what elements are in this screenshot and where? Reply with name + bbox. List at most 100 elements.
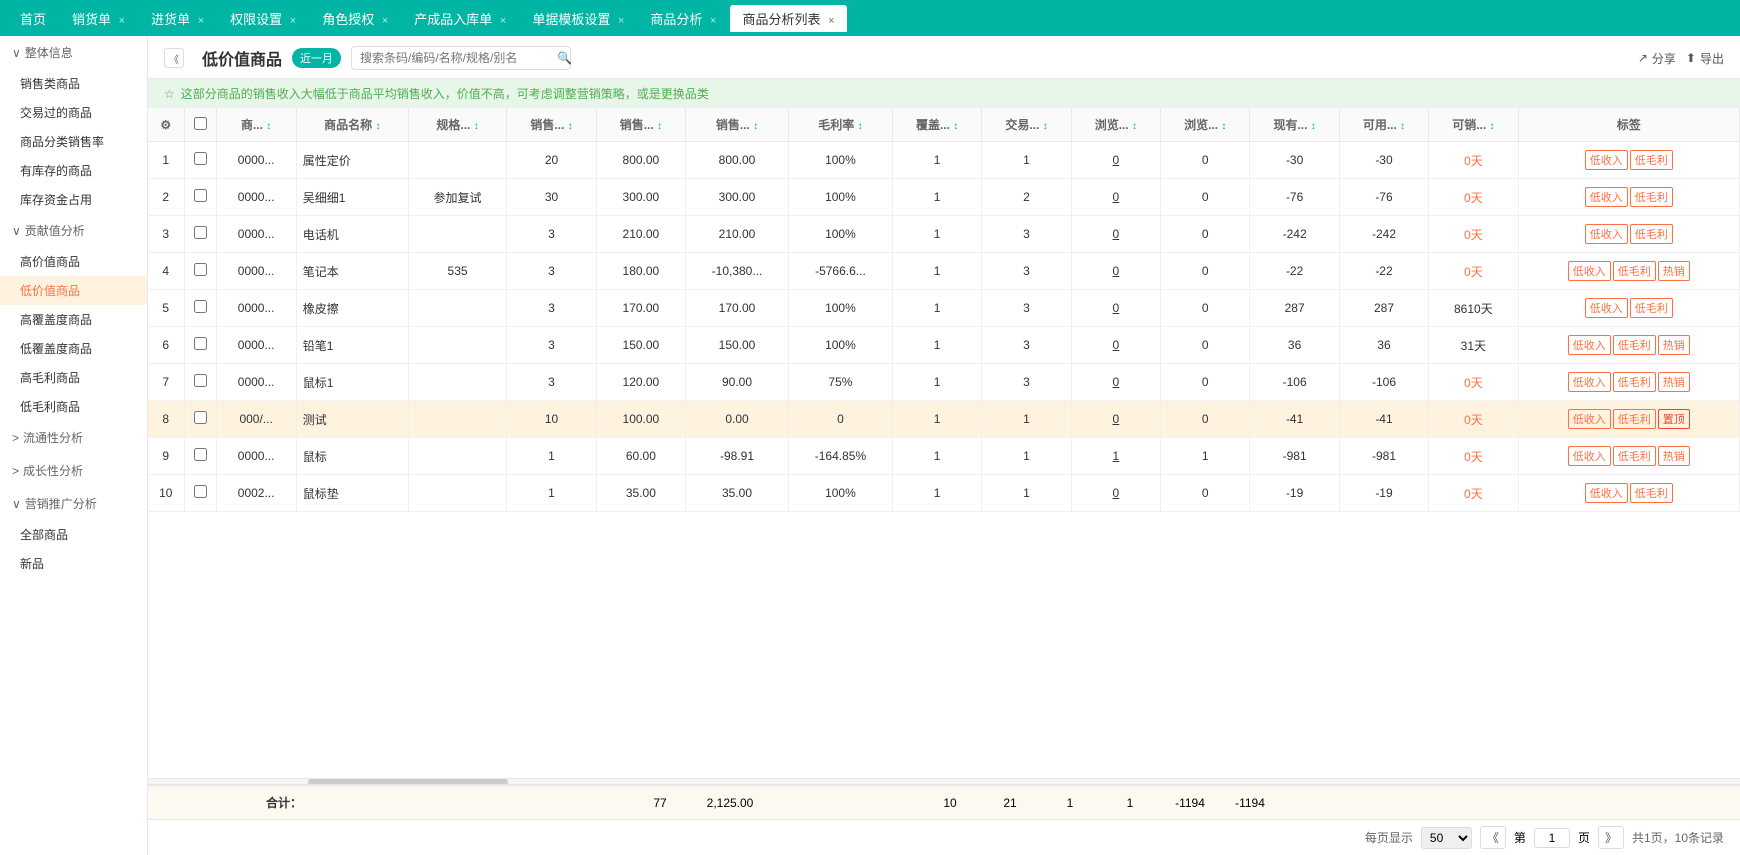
sidebar-item-new-goods[interactable]: 新品 — [0, 549, 147, 578]
row-view1[interactable]: 0 — [1071, 327, 1160, 364]
row-checkbox[interactable] — [184, 216, 216, 253]
view-link[interactable]: 0 — [1113, 153, 1120, 167]
col-name[interactable]: 商品名称 ↕ — [296, 108, 408, 142]
per-page-select[interactable]: 50 100 — [1421, 827, 1472, 849]
sidebar-item-sales-goods[interactable]: 销售类商品 — [0, 69, 147, 98]
view-link[interactable]: 0 — [1113, 264, 1120, 278]
col-stock1[interactable]: 现有... ↕ — [1250, 108, 1339, 142]
row-select-checkbox[interactable] — [194, 374, 207, 387]
row-checkbox[interactable] — [184, 364, 216, 401]
sidebar-item-stock-capital[interactable]: 库存资金占用 — [0, 185, 147, 214]
view-link[interactable]: 0 — [1113, 412, 1120, 426]
row-select-checkbox[interactable] — [194, 411, 207, 424]
view-link[interactable]: 0 — [1113, 486, 1120, 500]
row-view1[interactable]: 0 — [1071, 475, 1160, 512]
nav-permissions[interactable]: 权限设置 × — [218, 5, 308, 32]
view-link[interactable]: 0 — [1113, 190, 1120, 204]
col-view1[interactable]: 浏览... ↕ — [1071, 108, 1160, 142]
nav-analysis[interactable]: 商品分析 × — [638, 5, 728, 32]
view-link[interactable]: 0 — [1113, 375, 1120, 389]
row-checkbox[interactable] — [184, 475, 216, 512]
row-checkbox[interactable] — [184, 179, 216, 216]
row-select-checkbox[interactable] — [194, 337, 207, 350]
sidebar-item-low-cover[interactable]: 低覆盖度商品 — [0, 334, 147, 363]
sidebar-group-circulation[interactable]: > 流通性分析 — [0, 421, 147, 454]
row-select-checkbox[interactable] — [194, 226, 207, 239]
sidebar-group-contribution[interactable]: ∨ 贡献值分析 — [0, 214, 147, 247]
row-view1[interactable]: 0 — [1071, 290, 1160, 327]
col-spec[interactable]: 规格... ↕ — [408, 108, 507, 142]
view-link[interactable]: 0 — [1113, 227, 1120, 241]
gear-icon[interactable]: ⚙ — [160, 118, 171, 132]
nav-purchase[interactable]: 进货单 × — [139, 5, 216, 32]
row-select-checkbox[interactable] — [194, 152, 207, 165]
col-gear[interactable]: ⚙ — [148, 108, 184, 142]
collapse-button[interactable]: 《 — [164, 48, 184, 68]
search-icon[interactable]: 🔍 — [557, 51, 572, 65]
row-select-checkbox[interactable] — [194, 300, 207, 313]
view-link[interactable]: 1 — [1113, 449, 1120, 463]
col-sales2[interactable]: 销售... ↕ — [596, 108, 685, 142]
row-select-checkbox[interactable] — [194, 485, 207, 498]
row-stock1: -41 — [1250, 401, 1339, 438]
row-select-checkbox[interactable] — [194, 448, 207, 461]
row-spec — [408, 327, 507, 364]
view-link[interactable]: 0 — [1113, 338, 1120, 352]
select-all-checkbox[interactable] — [194, 117, 207, 130]
row-trade: 2 — [982, 179, 1071, 216]
row-checkbox[interactable] — [184, 142, 216, 179]
last-page-button[interactable]: 》 — [1598, 826, 1624, 849]
row-checkbox[interactable] — [184, 290, 216, 327]
col-trade[interactable]: 交易... ↕ — [982, 108, 1071, 142]
row-view1[interactable]: 0 — [1071, 216, 1160, 253]
first-page-button[interactable]: 《 — [1480, 826, 1506, 849]
row-view1[interactable]: 0 — [1071, 142, 1160, 179]
sidebar-item-category-rate[interactable]: 商品分类销售率 — [0, 127, 147, 156]
col-stock2[interactable]: 可用... ↕ — [1339, 108, 1428, 142]
col-sales3[interactable]: 销售... ↕ — [686, 108, 789, 142]
search-input[interactable] — [351, 46, 571, 70]
sidebar-group-overall[interactable]: ∨ 整体信息 — [0, 36, 147, 69]
sidebar-item-high-cover[interactable]: 高覆盖度商品 — [0, 305, 147, 334]
view-link[interactable]: 0 — [1113, 301, 1120, 315]
row-stock1: -242 — [1250, 216, 1339, 253]
col-view2[interactable]: 浏览... ↕ — [1161, 108, 1250, 142]
row-spec — [408, 142, 507, 179]
row-select-checkbox[interactable] — [194, 263, 207, 276]
nav-home[interactable]: 首页 — [8, 5, 58, 32]
share-button[interactable]: ↗ 分享 — [1638, 50, 1676, 67]
row-checkbox[interactable] — [184, 438, 216, 475]
sidebar-item-high-margin[interactable]: 高毛利商品 — [0, 363, 147, 392]
sidebar-item-low-value[interactable]: 低价值商品 — [0, 276, 147, 305]
page-number-input[interactable] — [1534, 828, 1570, 848]
row-view1[interactable]: 0 — [1071, 253, 1160, 290]
sidebar-item-all-goods[interactable]: 全部商品 — [0, 520, 147, 549]
col-stock3[interactable]: 可销... ↕ — [1429, 108, 1518, 142]
row-view1[interactable]: 0 — [1071, 401, 1160, 438]
nav-roles[interactable]: 角色授权 × — [310, 5, 400, 32]
row-checkbox[interactable] — [184, 327, 216, 364]
row-view1[interactable]: 1 — [1071, 438, 1160, 475]
export-button[interactable]: ⬆ 导出 — [1686, 50, 1724, 67]
nav-templates[interactable]: 单据模板设置 × — [520, 5, 636, 32]
col-margin[interactable]: 毛利率 ↕ — [788, 108, 892, 142]
nav-analysis-list[interactable]: 商品分析列表 × — [730, 5, 846, 32]
sidebar-item-stock-goods[interactable]: 有库存的商品 — [0, 156, 147, 185]
sidebar-item-traded-goods[interactable]: 交易过的商品 — [0, 98, 147, 127]
row-checkbox[interactable] — [184, 253, 216, 290]
col-cover[interactable]: 覆盖... ↕ — [892, 108, 981, 142]
row-view1[interactable]: 0 — [1071, 179, 1160, 216]
row-checkbox[interactable] — [184, 401, 216, 438]
row-view1[interactable]: 0 — [1071, 364, 1160, 401]
row-num: 8 — [148, 401, 184, 438]
row-select-checkbox[interactable] — [194, 189, 207, 202]
col-code[interactable]: 商... ↕ — [216, 108, 296, 142]
sidebar-item-high-value[interactable]: 高价值商品 — [0, 247, 147, 276]
date-badge[interactable]: 近一月 — [292, 48, 341, 68]
nav-sales[interactable]: 销货单 × — [60, 5, 137, 32]
sidebar-group-marketing[interactable]: ∨ 营销推广分析 — [0, 487, 147, 520]
nav-warehouse[interactable]: 产成品入库单 × — [402, 5, 518, 32]
col-sales1[interactable]: 销售... ↕ — [507, 108, 596, 142]
sidebar-group-growth[interactable]: > 成长性分析 — [0, 454, 147, 487]
sidebar-item-low-margin[interactable]: 低毛利商品 — [0, 392, 147, 421]
